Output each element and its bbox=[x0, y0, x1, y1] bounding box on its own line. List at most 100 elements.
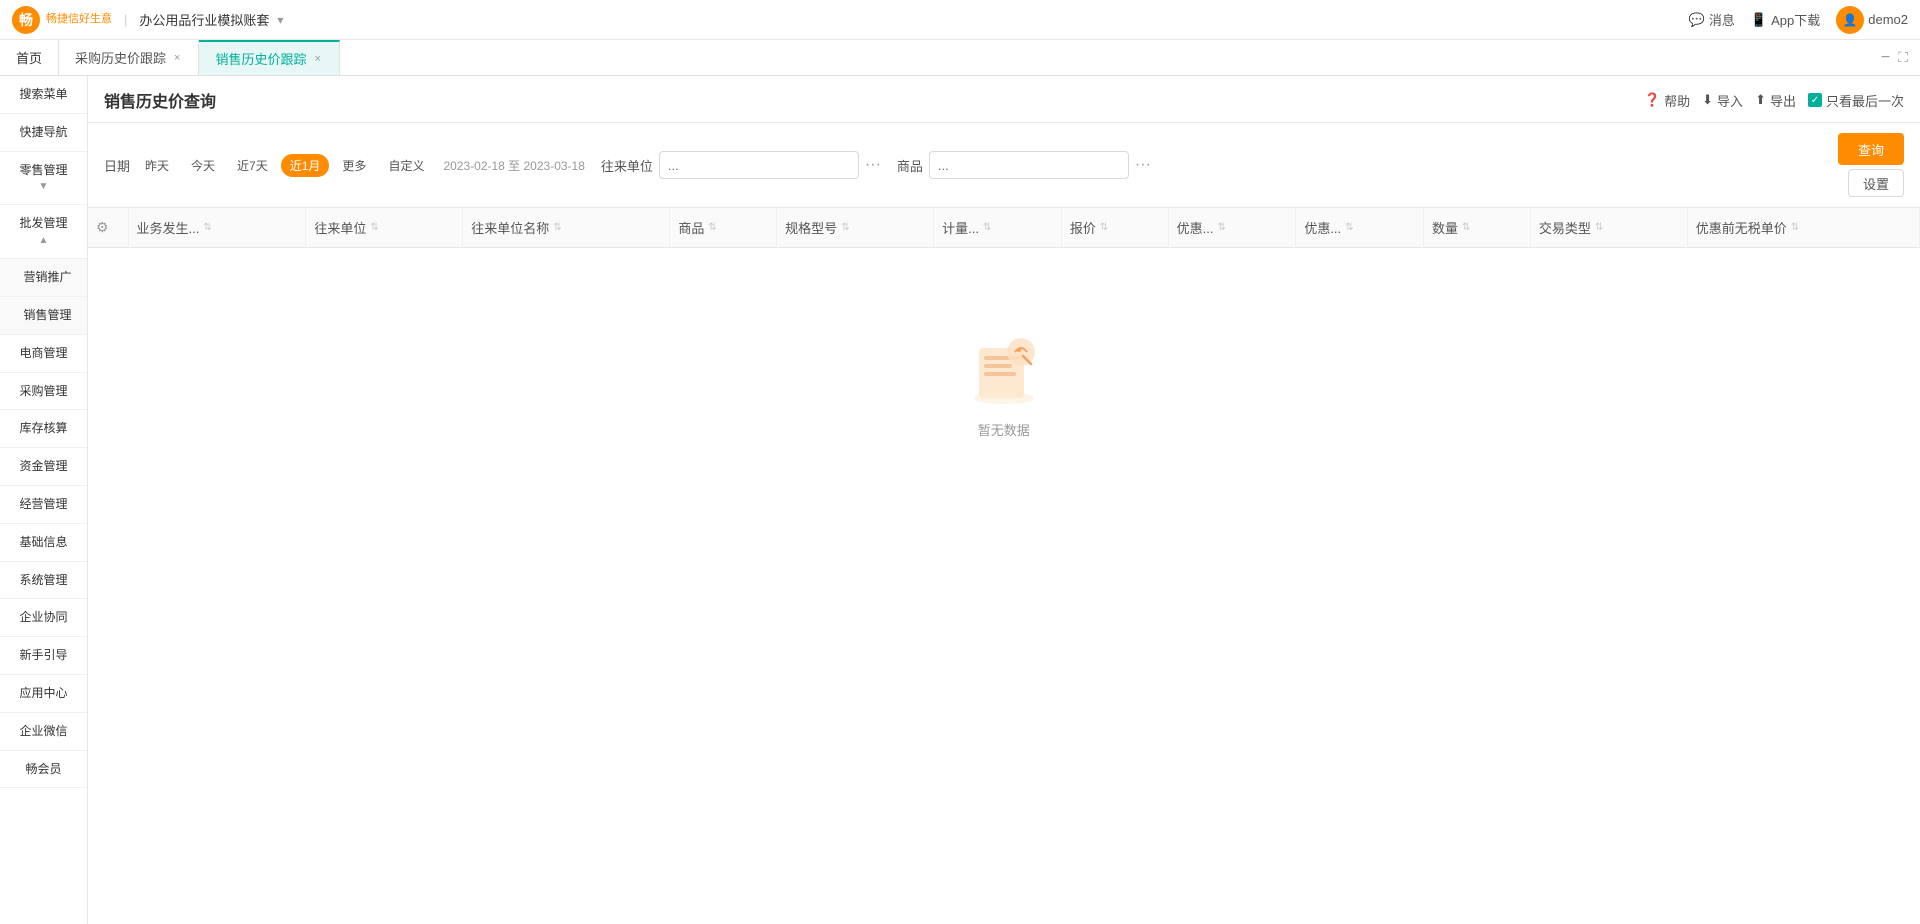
filter-bar: 日期 昨天 今天 近7天 近1月 更多 自定义 2023-02-18 至 202… bbox=[88, 123, 1920, 208]
guide-label: 新手引导 bbox=[19, 647, 67, 664]
th-discount1[interactable]: 优惠... ⇅ bbox=[1168, 208, 1296, 248]
product-input[interactable] bbox=[929, 151, 1129, 179]
th-no-tax-price-label: 优惠前无税单价 bbox=[1696, 218, 1787, 237]
retail-mgmt-label: 零售管理 bbox=[19, 162, 67, 179]
breadcrumb: 办公用品行业模拟账套 bbox=[139, 10, 269, 29]
th-no-tax-price[interactable]: 优惠前无税单价 ⇅ bbox=[1687, 208, 1919, 248]
export-btn[interactable]: ⬆ 导出 bbox=[1755, 91, 1796, 110]
th-spec[interactable]: 规格型号 ⇅ bbox=[777, 208, 934, 248]
th-quantity[interactable]: 数量 ⇅ bbox=[1424, 208, 1531, 248]
th-trade-type[interactable]: 交易类型 ⇅ bbox=[1530, 208, 1687, 248]
th-quote[interactable]: 报价 ⇅ bbox=[1061, 208, 1168, 248]
th-partner-name-sort-icon: ⇅ bbox=[553, 222, 561, 233]
th-discount2-sort-icon: ⇅ bbox=[1345, 222, 1353, 233]
th-discount2[interactable]: 优惠... ⇅ bbox=[1296, 208, 1424, 248]
settings-button[interactable]: 设置 bbox=[1848, 169, 1904, 197]
th-quote-label: 报价 bbox=[1070, 218, 1096, 237]
th-product[interactable]: 商品 ⇅ bbox=[670, 208, 777, 248]
window-maximize-icon[interactable]: ⛶ bbox=[1898, 49, 1908, 66]
query-button[interactable]: 查询 bbox=[1838, 133, 1904, 165]
sidebar-item-wechat[interactable]: 企业微信 bbox=[0, 713, 87, 751]
import-btn[interactable]: ⬇ 导入 bbox=[1702, 91, 1743, 110]
th-spec-sort-icon: ⇅ bbox=[841, 222, 849, 233]
counterparty-dots-icon[interactable]: ··· bbox=[865, 156, 881, 174]
date-btn-last7[interactable]: 近7天 bbox=[228, 154, 277, 177]
logo-text: 畅捷信好生意 bbox=[46, 13, 112, 26]
export-icon: ⬆ bbox=[1755, 92, 1766, 108]
product-dots-icon[interactable]: ··· bbox=[1135, 156, 1151, 174]
sidebar-item-member[interactable]: 畅会员 bbox=[0, 751, 87, 789]
date-btn-today[interactable]: 今天 bbox=[182, 154, 224, 177]
sidebar-item-wholesale-mgmt[interactable]: 批发管理 ▲ bbox=[0, 205, 87, 259]
tab-purchase-history[interactable]: 采购历史价跟踪 × bbox=[59, 40, 199, 75]
sidebar-item-sys-mgmt[interactable]: 系统管理 bbox=[0, 562, 87, 600]
help-icon: ❓ bbox=[1644, 92, 1660, 108]
quick-nav-label: 快捷导航 bbox=[19, 124, 67, 141]
sidebar-item-app-center[interactable]: 应用中心 bbox=[0, 675, 87, 713]
date-btn-custom[interactable]: 自定义 bbox=[379, 154, 433, 177]
th-quote-sort-icon: ⇅ bbox=[1100, 222, 1108, 233]
sidebar-item-ecom-mgmt[interactable]: 电商管理 bbox=[0, 335, 87, 373]
th-biz-date[interactable]: 业务发生... ⇅ bbox=[128, 208, 306, 248]
sidebar-item-ops-mgmt[interactable]: 经营管理 bbox=[0, 486, 87, 524]
tab-home[interactable]: 首页 bbox=[0, 40, 59, 75]
retail-mgmt-arrow-icon: ▼ bbox=[39, 180, 49, 194]
sidebar-item-quick-nav[interactable]: 快捷导航 bbox=[0, 114, 87, 152]
sidebar-item-search-menu[interactable]: 搜索菜单 bbox=[0, 76, 87, 114]
checkbox-checked-icon: ✓ bbox=[1808, 93, 1822, 107]
header-right: 💬 消息 📱 App下载 👤 demo2 bbox=[1689, 6, 1908, 34]
th-product-sort-icon: ⇅ bbox=[708, 222, 716, 233]
sales-tab-close[interactable]: × bbox=[312, 51, 322, 67]
sidebar-item-purchase-mgmt[interactable]: 采购管理 bbox=[0, 373, 87, 411]
sidebar-item-retail-mgmt[interactable]: 零售管理 ▼ bbox=[0, 152, 87, 206]
sales-mgmt-label: 销售管理 bbox=[23, 307, 71, 324]
sales-tab-label: 销售历史价跟踪 bbox=[215, 49, 306, 68]
basic-info-label: 基础信息 bbox=[19, 534, 67, 551]
page-title: 销售历史价查询 bbox=[104, 88, 216, 112]
help-btn[interactable]: ❓ 帮助 bbox=[1644, 91, 1690, 110]
date-filter-label: 日期 bbox=[104, 156, 130, 175]
message-icon: 💬 bbox=[1689, 12, 1705, 28]
date-btn-yesterday[interactable]: 昨天 bbox=[136, 154, 178, 177]
export-label: 导出 bbox=[1770, 91, 1796, 110]
sidebar-item-enterprise[interactable]: 企业协同 bbox=[0, 599, 87, 637]
page-header: 销售历史价查询 ❓ 帮助 ⬇ 导入 ⬆ 导出 ✓ bbox=[88, 76, 1920, 123]
th-unit[interactable]: 计量... ⇅ bbox=[934, 208, 1062, 248]
app-center-label: 应用中心 bbox=[19, 685, 67, 702]
purchase-tab-close[interactable]: × bbox=[172, 50, 182, 66]
th-biz-date-sort-icon: ⇅ bbox=[203, 222, 211, 233]
sidebar-item-sales-mgmt[interactable]: 销售管理 bbox=[0, 297, 87, 335]
th-discount1-sort-icon: ⇅ bbox=[1217, 222, 1225, 233]
date-filter-group: 日期 昨天 今天 近7天 近1月 更多 自定义 2023-02-18 至 202… bbox=[104, 154, 585, 177]
table-container: ⚙ 业务发生... ⇅ 往来单位 ⇅ bbox=[88, 208, 1920, 924]
th-partner[interactable]: 往来单位 ⇅ bbox=[306, 208, 463, 248]
th-settings: ⚙ bbox=[88, 208, 128, 248]
counterparty-input[interactable] bbox=[659, 151, 859, 179]
window-minimize-icon[interactable]: − bbox=[1881, 49, 1890, 67]
header-left: 畅 畅捷信好生意 | 办公用品行业模拟账套 ▾ bbox=[12, 6, 283, 34]
finance-label: 资金管理 bbox=[19, 458, 67, 475]
data-table: ⚙ 业务发生... ⇅ 往来单位 ⇅ bbox=[88, 208, 1920, 519]
user-action[interactable]: 👤 demo2 bbox=[1836, 6, 1908, 34]
product-filter-group: 商品 ··· bbox=[897, 151, 1151, 179]
sidebar-item-inventory[interactable]: 库存核算 bbox=[0, 410, 87, 448]
tab-sales-history[interactable]: 销售历史价跟踪 × bbox=[199, 40, 339, 75]
sidebar-item-marketing[interactable]: 营销推广 bbox=[0, 259, 87, 297]
page-actions: ❓ 帮助 ⬇ 导入 ⬆ 导出 ✓ 只看最后一次 bbox=[1644, 91, 1904, 110]
empty-state: 暂无数据 bbox=[88, 248, 1920, 519]
enterprise-label: 企业协同 bbox=[19, 609, 67, 626]
th-partner-name[interactable]: 往来单位名称 ⇅ bbox=[463, 208, 670, 248]
avatar: 👤 bbox=[1836, 6, 1864, 34]
date-btn-last1m[interactable]: 近1月 bbox=[281, 154, 330, 177]
empty-state-illustration bbox=[959, 328, 1049, 408]
table-settings-gear-icon[interactable]: ⚙ bbox=[96, 219, 109, 235]
message-action[interactable]: 💬 消息 bbox=[1689, 10, 1735, 29]
sidebar-item-basic-info[interactable]: 基础信息 bbox=[0, 524, 87, 562]
wholesale-mgmt-label: 批发管理 bbox=[19, 215, 67, 232]
date-btn-more[interactable]: 更多 bbox=[333, 154, 375, 177]
sidebar-item-guide[interactable]: 新手引导 bbox=[0, 637, 87, 675]
th-partner-sort-icon: ⇅ bbox=[370, 222, 378, 233]
download-action[interactable]: 📱 App下载 bbox=[1751, 10, 1820, 29]
sidebar-item-finance[interactable]: 资金管理 bbox=[0, 448, 87, 486]
only-last-checkbox[interactable]: ✓ 只看最后一次 bbox=[1808, 91, 1904, 110]
